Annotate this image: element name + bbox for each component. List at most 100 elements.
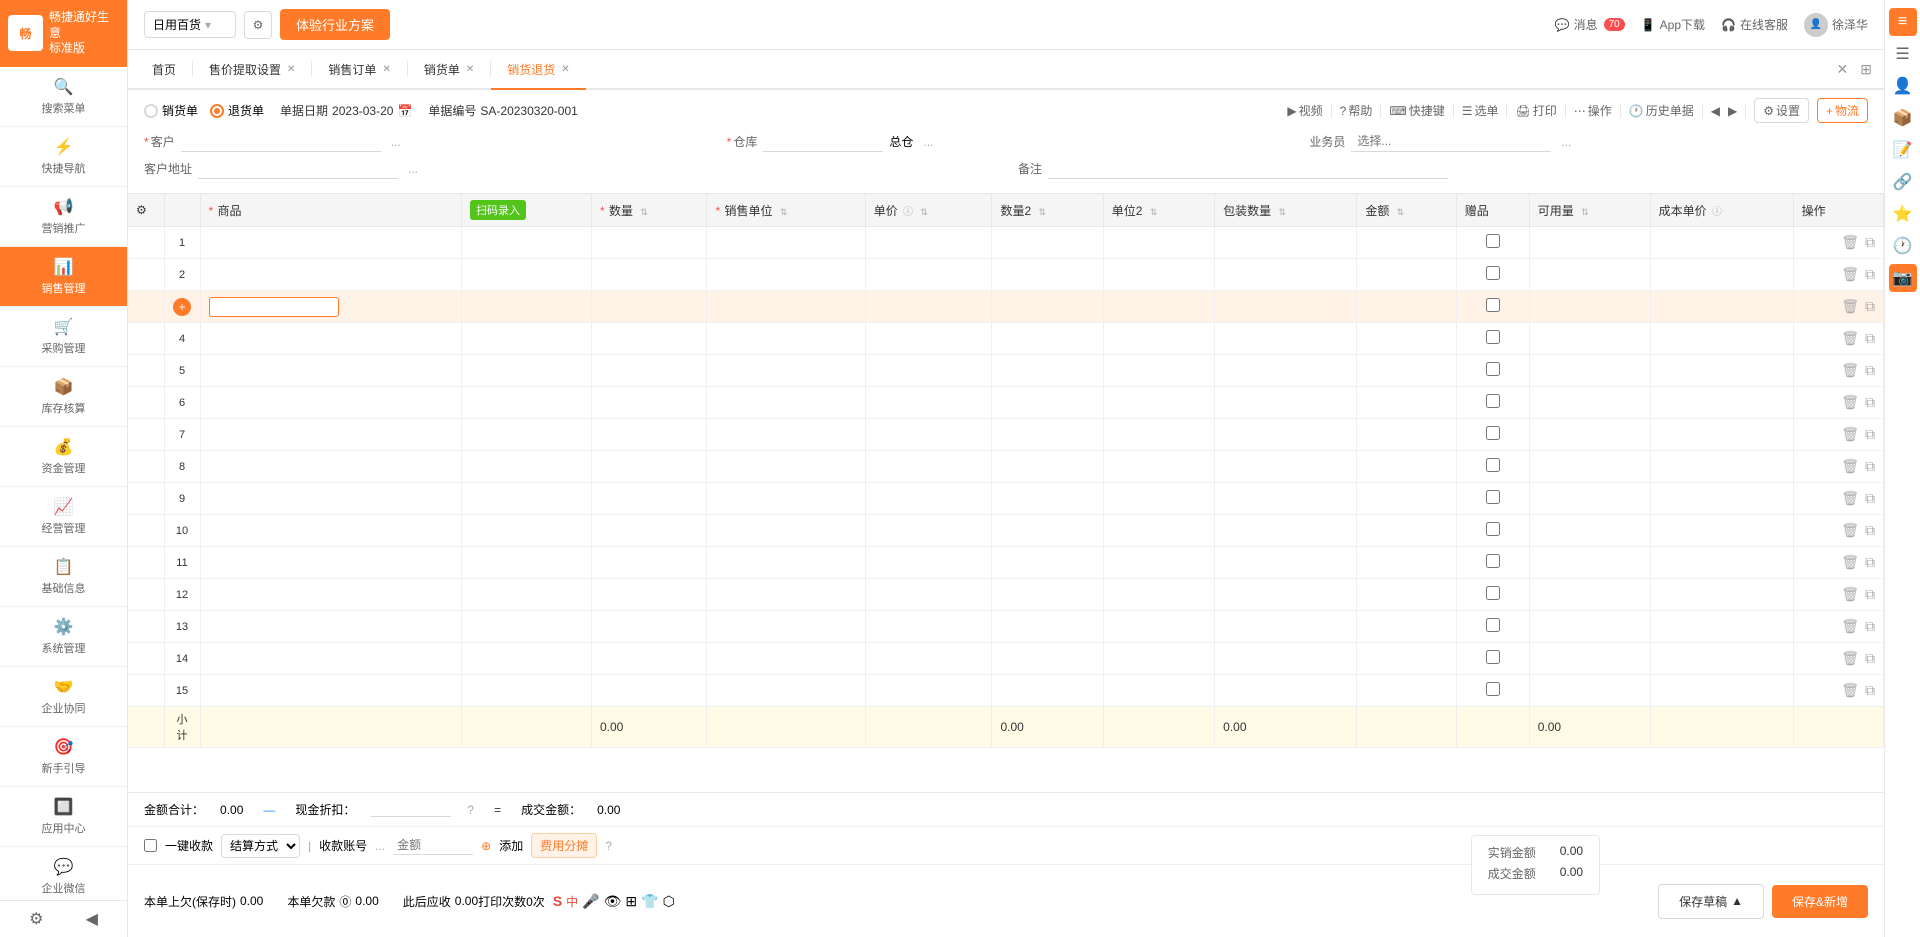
copy-btn-1[interactable]: ⧉ [1865, 234, 1875, 251]
unit2-sort-icon[interactable]: ⇅ [1150, 207, 1158, 217]
gift-checkbox-8[interactable] [1486, 458, 1500, 472]
prev-record-icon[interactable]: ◀ [1711, 104, 1720, 118]
tab-sales-return-close[interactable]: ✕ [561, 64, 569, 75]
row-pack-qty-9[interactable] [1215, 483, 1357, 515]
gift-checkbox-3[interactable] [1486, 298, 1500, 312]
delete-btn-14[interactable]: 🗑 [1841, 650, 1859, 667]
right-panel-user-icon[interactable]: 👤 [1889, 72, 1917, 100]
row-cost-price-15[interactable] [1650, 675, 1793, 707]
row-unit2-3[interactable] [1103, 291, 1214, 323]
row-quantity-6[interactable] [591, 387, 707, 419]
gift-checkbox-12[interactable] [1486, 586, 1500, 600]
row-cost-price-5[interactable] [1650, 355, 1793, 387]
right-panel-box-icon[interactable]: 📦 [1889, 104, 1917, 132]
gift-checkbox-4[interactable] [1486, 330, 1500, 344]
salesperson-input[interactable] [1351, 131, 1551, 152]
topbar-settings-btn[interactable]: ⚙ [244, 11, 272, 39]
right-panel-form-icon[interactable]: ≡ [1889, 8, 1917, 36]
save-new-btn[interactable]: 保存&新增 [1772, 885, 1868, 918]
radio-return[interactable]: 退货单 [210, 102, 264, 119]
row-quantity2-6[interactable] [992, 387, 1103, 419]
row-unit-price-10[interactable] [865, 515, 992, 547]
sidebar-item-apps[interactable]: 🔲 应用中心 [0, 787, 127, 847]
history-btn[interactable]: 🕐 历史单据 [1629, 102, 1694, 119]
sidebar-item-purchase[interactable]: 🛒 采购管理 [0, 307, 127, 367]
row-pack-qty-12[interactable] [1215, 579, 1357, 611]
experience-btn[interactable]: 体验行业方案 [280, 9, 390, 40]
remarks-input[interactable] [1048, 158, 1448, 179]
copy-btn-14[interactable]: ⧉ [1865, 650, 1875, 667]
sidebar-item-inventory[interactable]: 📦 库存核算 [0, 367, 127, 427]
industry-select[interactable]: 日用百货 ▾ [144, 11, 236, 38]
sidebar-item-marketing[interactable]: 📢 营销推广 [0, 187, 127, 247]
row-quantity2-15[interactable] [992, 675, 1103, 707]
row-amount-12[interactable] [1357, 579, 1456, 611]
shortcut-key-btn[interactable]: ⌨ 快捷键 [1389, 102, 1444, 119]
row-cost-price-10[interactable] [1650, 515, 1793, 547]
tab-price-setting[interactable]: 售价提取设置 ✕ [193, 50, 311, 90]
tab-sales-delivery[interactable]: 销货单 ✕ [408, 50, 490, 90]
row-unit-price-1[interactable] [865, 227, 992, 259]
settlement-method-select[interactable]: 结算方式 [221, 834, 300, 858]
row-product-11[interactable] [200, 547, 462, 579]
row-amount-14[interactable] [1357, 643, 1456, 675]
delete-btn-12[interactable]: 🗑 [1841, 586, 1859, 603]
form-set-btn[interactable]: ⚙ 设置 [1754, 98, 1809, 123]
row-unit2-8[interactable] [1103, 451, 1214, 483]
copy-btn-2[interactable]: ⧉ [1865, 266, 1875, 283]
row-quantity-10[interactable] [591, 515, 707, 547]
delete-btn-5[interactable]: 🗑 [1841, 362, 1859, 379]
row-quantity-1[interactable] [591, 227, 707, 259]
amount-sort-icon[interactable]: ⇅ [1397, 207, 1405, 217]
gift-checkbox-2[interactable] [1486, 266, 1500, 280]
gift-checkbox-7[interactable] [1486, 426, 1500, 440]
cost-price-info-icon[interactable]: ⓘ [1712, 207, 1722, 218]
warehouse-input[interactable] [763, 131, 883, 152]
row-cost-price-2[interactable] [1650, 259, 1793, 291]
gift-checkbox-11[interactable] [1486, 554, 1500, 568]
row-product-4[interactable] [200, 323, 462, 355]
row-sales-unit-12[interactable] [707, 579, 865, 611]
row-amount-11[interactable] [1357, 547, 1456, 579]
row-available-10[interactable] [1529, 515, 1650, 547]
row-product-12[interactable] [200, 579, 462, 611]
row-quantity2-2[interactable] [992, 259, 1103, 291]
row-sales-unit-10[interactable] [707, 515, 865, 547]
row-quantity-15[interactable] [591, 675, 707, 707]
row-pack-qty-13[interactable] [1215, 611, 1357, 643]
delete-btn-3[interactable]: 🗑 [1841, 298, 1859, 315]
gift-checkbox-6[interactable] [1486, 394, 1500, 408]
row-unit-price-8[interactable] [865, 451, 992, 483]
tab-price-setting-close[interactable]: ✕ [287, 64, 295, 75]
row-quantity-13[interactable] [591, 611, 707, 643]
row-cost-price-11[interactable] [1650, 547, 1793, 579]
row-quantity-9[interactable] [591, 483, 707, 515]
gift-checkbox-10[interactable] [1486, 522, 1500, 536]
row-available-8[interactable] [1529, 451, 1650, 483]
row-quantity-8[interactable] [591, 451, 707, 483]
sidebar-item-operations[interactable]: 📈 经营管理 [0, 487, 127, 547]
delete-btn-9[interactable]: 🗑 [1841, 490, 1859, 507]
sidebar-item-enterprise[interactable]: 🤝 企业协同 [0, 667, 127, 727]
row-cost-price-6[interactable] [1650, 387, 1793, 419]
row-cost-price-13[interactable] [1650, 611, 1793, 643]
row-quantity2-1[interactable] [992, 227, 1103, 259]
delete-btn-11[interactable]: 🗑 [1841, 554, 1859, 571]
row-pack-qty-14[interactable] [1215, 643, 1357, 675]
row-product-9[interactable] [200, 483, 462, 515]
gift-checkbox-13[interactable] [1486, 618, 1500, 632]
row-amount-4[interactable] [1357, 323, 1456, 355]
row-unit-price-11[interactable] [865, 547, 992, 579]
customer-input[interactable] [181, 131, 381, 152]
row-cost-price-3[interactable] [1650, 291, 1793, 323]
delete-btn-4[interactable]: 🗑 [1841, 330, 1859, 347]
row-cost-price-1[interactable] [1650, 227, 1793, 259]
row-unit-price-15[interactable] [865, 675, 992, 707]
row-amount-15[interactable] [1357, 675, 1456, 707]
row-amount-3[interactable] [1357, 291, 1456, 323]
row-product-5[interactable] [200, 355, 462, 387]
row-unit-price-5[interactable] [865, 355, 992, 387]
row-quantity-5[interactable] [591, 355, 707, 387]
copy-btn-7[interactable]: ⧉ [1865, 426, 1875, 443]
tab-sales-order-close[interactable]: ✕ [382, 64, 390, 75]
